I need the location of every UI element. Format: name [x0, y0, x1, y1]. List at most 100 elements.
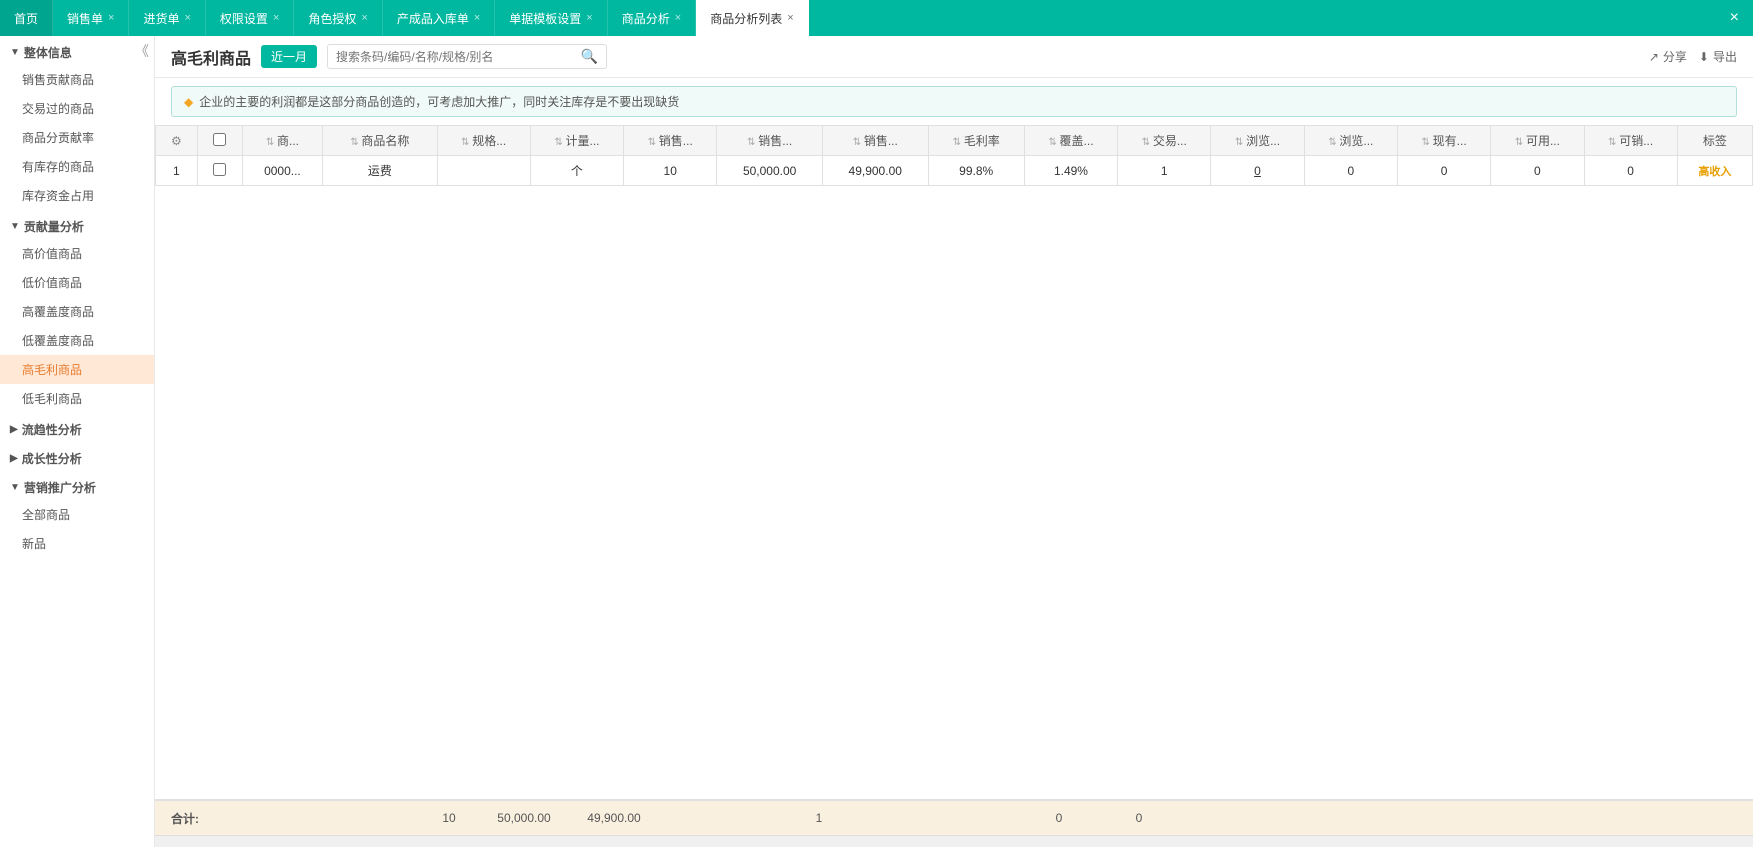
table-header-row: ⚙ 商... 商品名称 规格... 计量... 销售... 销售... 销售..…	[156, 126, 1753, 156]
row-code: 0000...	[242, 156, 323, 186]
close-purchase-tab[interactable]: ×	[184, 12, 190, 24]
horizontal-scrollbar[interactable]	[155, 835, 1753, 847]
row-index: 1	[156, 156, 198, 186]
browse1-link[interactable]: 0	[1254, 164, 1261, 178]
row-current-stock: 0	[1397, 156, 1490, 186]
footer-total: 合计: 10 50,000.00 49,900.00 1 0 0	[155, 799, 1753, 835]
sidebar-item-low-value[interactable]: 低价值商品	[0, 268, 154, 297]
close-analysis-list-tab[interactable]: ×	[787, 12, 793, 24]
sidebar-item-low-coverage[interactable]: 低覆盖度商品	[0, 326, 154, 355]
col-available[interactable]: 可用...	[1491, 126, 1584, 156]
col-browse2[interactable]: 浏览...	[1304, 126, 1397, 156]
nav-finished-goods[interactable]: 产成品入库单 ×	[383, 0, 495, 36]
close-app-button[interactable]: ×	[1716, 0, 1753, 36]
row-sales-profit: 49,900.00	[822, 156, 928, 186]
col-coverage[interactable]: 覆盖...	[1024, 126, 1117, 156]
nav-home[interactable]: 首页	[0, 0, 53, 36]
sidebar-group-contrib[interactable]: ▼ 贡献量分析	[0, 210, 154, 239]
arrow-contrib: ▼	[10, 221, 20, 232]
share-icon: ↗	[1649, 50, 1659, 64]
col-no[interactable]: 商...	[242, 126, 323, 156]
table-row: 1 0000... 运费 个 10 50,000.00 49,900.00 99…	[156, 156, 1753, 186]
row-sales-amount: 50,000.00	[717, 156, 823, 186]
row-name: 运费	[323, 156, 437, 186]
content-area: 高毛利商品 近一月 🔍 ↗ 分享 ⬇ 导出 ◆ 企业的主要的利润都是这部分商品创…	[155, 36, 1753, 847]
page-title: 高毛利商品	[171, 45, 251, 69]
sidebar-collapse-btn[interactable]: 《	[135, 41, 149, 61]
info-text: 企业的主要的利润都是这部分商品创造的，可考虑加大推广，同时关注库存是不要出现缺货	[199, 93, 679, 110]
footer-sales-qty: 10	[419, 811, 479, 825]
table-wrapper: ⚙ 商... 商品名称 规格... 计量... 销售... 销售... 销售..…	[155, 125, 1753, 799]
col-unit[interactable]: 计量...	[530, 126, 623, 156]
row-checkbox[interactable]	[197, 156, 242, 186]
col-sales-amount[interactable]: 销售...	[717, 126, 823, 156]
sidebar-item-traded[interactable]: 交易过的商品	[0, 94, 154, 123]
close-finished-tab[interactable]: ×	[474, 12, 480, 24]
col-sales-qty[interactable]: 销售...	[624, 126, 717, 156]
sidebar-item-sales-contrib[interactable]: 销售贡献商品	[0, 65, 154, 94]
row-unit: 个	[530, 156, 623, 186]
row-available: 0	[1491, 156, 1584, 186]
select-all-checkbox[interactable]	[213, 133, 226, 146]
sidebar-group-marketing[interactable]: ▼ 营销推广分析	[0, 471, 154, 500]
info-icon: ◆	[184, 95, 193, 109]
row-coverage: 1.49%	[1024, 156, 1117, 186]
search-input[interactable]	[336, 50, 581, 64]
col-gross-rate[interactable]: 毛利率	[928, 126, 1024, 156]
footer-sales-profit: 49,900.00	[569, 811, 659, 825]
row-sellable: 0	[1584, 156, 1677, 186]
col-sellable[interactable]: 可销...	[1584, 126, 1677, 156]
nav-analysis[interactable]: 商品分析 ×	[608, 0, 696, 36]
col-browse1[interactable]: 浏览...	[1211, 126, 1304, 156]
close-role-tab[interactable]: ×	[361, 12, 367, 24]
arrow-growth: ▶	[10, 453, 18, 464]
nav-permission[interactable]: 权限设置 ×	[206, 0, 294, 36]
row-browse1[interactable]: 0	[1211, 156, 1304, 186]
col-spec[interactable]: 规格...	[437, 126, 530, 156]
time-filter-button[interactable]: 近一月	[261, 45, 317, 68]
row-spec	[437, 156, 530, 186]
col-checkbox[interactable]	[197, 126, 242, 156]
sidebar-group-trend[interactable]: ▶ 流趋性分析	[0, 413, 154, 442]
export-button[interactable]: ⬇ 导出	[1699, 48, 1737, 65]
sidebar-item-contrib-rate[interactable]: 商品分贡献率	[0, 123, 154, 152]
sidebar-item-low-margin[interactable]: 低毛利商品	[0, 384, 154, 413]
arrow-trend: ▶	[10, 424, 18, 435]
gear-icon[interactable]: ⚙	[171, 134, 182, 148]
close-analysis-tab[interactable]: ×	[675, 12, 681, 24]
nav-sales[interactable]: 销售单 ×	[53, 0, 129, 36]
nav-analysis-list[interactable]: 商品分析列表 ×	[696, 0, 808, 36]
footer-transaction: 1	[779, 811, 859, 825]
search-box: 🔍	[327, 44, 607, 69]
col-transaction[interactable]: 交易...	[1118, 126, 1211, 156]
search-icon[interactable]: 🔍	[581, 48, 598, 65]
col-tag: 标签	[1677, 126, 1752, 156]
nav-template[interactable]: 单据模板设置 ×	[495, 0, 607, 36]
row-select-checkbox[interactable]	[213, 163, 226, 176]
share-button[interactable]: ↗ 分享	[1649, 48, 1687, 65]
row-browse2: 0	[1304, 156, 1397, 186]
main-container: 《 ▼ 整体信息 销售贡献商品 交易过的商品 商品分贡献率 有库存的商品 库存资…	[0, 36, 1753, 847]
col-sales-profit[interactable]: 销售...	[822, 126, 928, 156]
col-current-stock[interactable]: 现有...	[1397, 126, 1490, 156]
sidebar-item-high-coverage[interactable]: 高覆盖度商品	[0, 297, 154, 326]
tag-badge: 高收入	[1698, 166, 1731, 178]
sidebar-item-high-margin[interactable]: 高毛利商品	[0, 355, 154, 384]
sidebar-item-in-stock[interactable]: 有库存的商品	[0, 152, 154, 181]
sidebar-item-all-products[interactable]: 全部商品	[0, 500, 154, 529]
nav-role[interactable]: 角色授权 ×	[294, 0, 382, 36]
sidebar-item-stock-capital[interactable]: 库存资金占用	[0, 181, 154, 210]
close-template-tab[interactable]: ×	[586, 12, 592, 24]
sidebar-group-growth[interactable]: ▶ 成长性分析	[0, 442, 154, 471]
close-sales-tab[interactable]: ×	[108, 12, 114, 24]
row-sales-qty: 10	[624, 156, 717, 186]
close-permission-tab[interactable]: ×	[273, 12, 279, 24]
sidebar-item-new-products[interactable]: 新品	[0, 529, 154, 558]
row-transaction: 1	[1118, 156, 1211, 186]
col-gear[interactable]: ⚙	[156, 126, 198, 156]
sidebar-group-overall[interactable]: ▼ 整体信息	[0, 36, 154, 65]
row-gross-rate: 99.8%	[928, 156, 1024, 186]
nav-purchase[interactable]: 进货单 ×	[129, 0, 205, 36]
sidebar-item-high-value[interactable]: 高价值商品	[0, 239, 154, 268]
col-name[interactable]: 商品名称	[323, 126, 437, 156]
